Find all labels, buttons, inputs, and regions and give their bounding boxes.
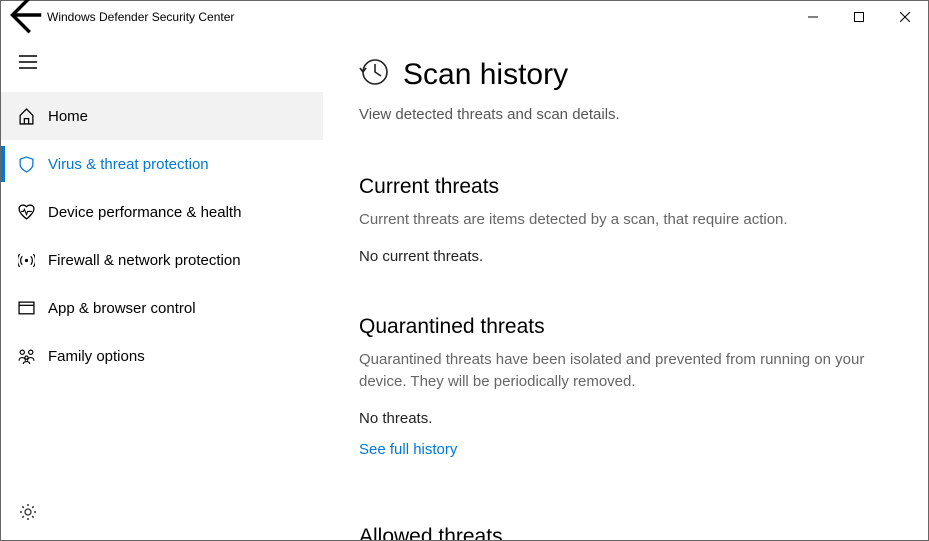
- page-subtitle: View detected threats and scan details.: [359, 106, 892, 123]
- sidebar-item-label: Device performance & health: [48, 204, 241, 221]
- home-icon: [18, 108, 48, 125]
- see-full-history-link[interactable]: See full history: [359, 441, 457, 458]
- current-threats-status: No current threats.: [359, 248, 892, 265]
- current-threats-desc: Current threats are items detected by a …: [359, 209, 892, 232]
- network-icon: [18, 252, 48, 269]
- window-controls: [790, 1, 928, 33]
- minimize-button[interactable]: [790, 1, 836, 33]
- quarantine-status: No threats.: [359, 410, 892, 427]
- gear-icon: [19, 503, 37, 521]
- page-title: Scan history: [403, 58, 568, 92]
- sidebar-item-app-browser[interactable]: App & browser control: [1, 284, 323, 332]
- quarantine-desc: Quarantined threats have been isolated a…: [359, 349, 892, 394]
- sidebar-item-firewall[interactable]: Firewall & network protection: [1, 236, 323, 284]
- main-content: Scan history View detected threats and s…: [323, 33, 928, 540]
- titlebar: Windows Defender Security Center: [1, 1, 928, 33]
- current-threats-title: Current threats: [359, 175, 892, 199]
- heart-icon: [18, 204, 48, 221]
- hamburger-menu[interactable]: [1, 55, 323, 92]
- close-button[interactable]: [882, 1, 928, 33]
- allowed-threats-title: Allowed threats: [359, 525, 892, 541]
- maximize-button[interactable]: [836, 1, 882, 33]
- settings-button[interactable]: [19, 503, 37, 526]
- shield-icon: [18, 156, 48, 173]
- family-icon: [18, 348, 48, 365]
- sidebar: Home Virus & threat protection Device pe…: [1, 33, 323, 540]
- sidebar-item-label: Home: [48, 108, 88, 125]
- app-browser-icon: [18, 300, 48, 317]
- sidebar-item-label: Virus & threat protection: [48, 156, 209, 173]
- page-header: Scan history: [359, 57, 892, 92]
- quarantine-title: Quarantined threats: [359, 315, 892, 339]
- sidebar-item-label: Family options: [48, 348, 145, 365]
- sidebar-item-home[interactable]: Home: [1, 92, 323, 140]
- sidebar-item-label: Firewall & network protection: [48, 252, 241, 269]
- history-icon: [359, 57, 389, 92]
- sidebar-item-device-health[interactable]: Device performance & health: [1, 188, 323, 236]
- sidebar-item-virus-threat[interactable]: Virus & threat protection: [1, 140, 323, 188]
- sidebar-item-family[interactable]: Family options: [1, 332, 323, 380]
- sidebar-item-label: App & browser control: [48, 300, 196, 317]
- window-title: Windows Defender Security Center: [47, 10, 790, 24]
